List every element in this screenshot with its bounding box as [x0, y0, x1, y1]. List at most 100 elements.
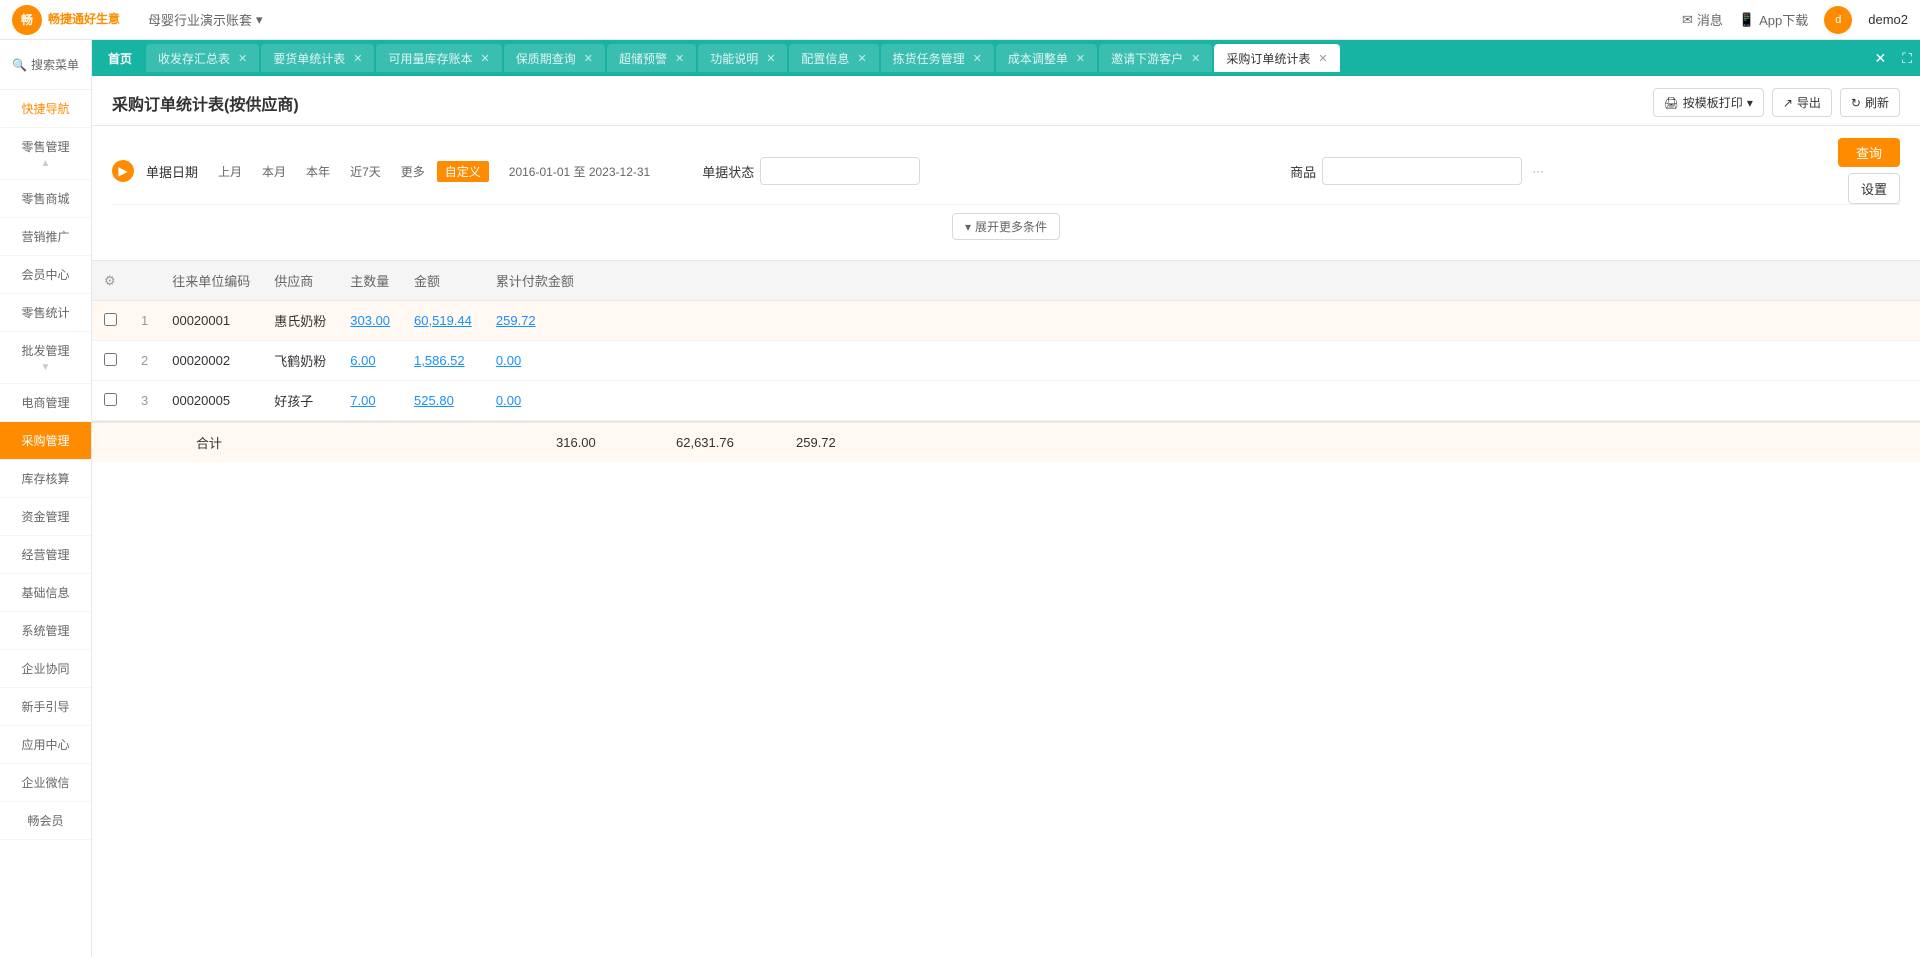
tab-order-summary[interactable]: 要货单统计表 ✕ — [261, 44, 374, 72]
date-this-month[interactable]: 本月 — [254, 161, 294, 182]
th-supplier[interactable]: 供应商 — [262, 261, 338, 301]
sidebar-item-purchase-mgmt[interactable]: 采购管理 — [0, 422, 91, 460]
retail-stats-label: 零售统计 — [21, 304, 69, 321]
sidebar-item-wholesale-mgmt[interactable]: 批发管理 ▼ — [0, 332, 91, 384]
export-button[interactable]: ↗ 导出 — [1772, 88, 1832, 117]
row-paid-link[interactable]: 0.00 — [496, 353, 521, 368]
sidebar-item-enterprise-wechat[interactable]: 企业微信 — [0, 764, 91, 802]
sidebar-item-app-center[interactable]: 应用中心 — [0, 726, 91, 764]
date-last-7-days[interactable]: 近7天 — [342, 161, 389, 182]
row-checkbox-cell[interactable] — [92, 381, 129, 421]
row-checkbox-cell[interactable] — [92, 301, 129, 341]
tab-available-stock-close[interactable]: ✕ — [481, 52, 490, 65]
row-qty-link[interactable]: 303.00 — [350, 313, 390, 328]
tab-available-stock[interactable]: 可用量库存账本 ✕ — [376, 44, 501, 72]
vip-member-label: 畅会员 — [27, 812, 63, 829]
th-row-num — [129, 261, 160, 301]
row-qty-link[interactable]: 6.00 — [350, 353, 375, 368]
row-empty-cell — [586, 381, 1920, 421]
tab-invite-downstream-close[interactable]: ✕ — [1191, 52, 1200, 65]
sidebar-item-vip-member[interactable]: 畅会员 — [0, 802, 91, 840]
tab-pick-task[interactable]: 拣货任务管理 ✕ — [881, 44, 994, 72]
sidebar-item-ops-mgmt[interactable]: 经营管理 — [0, 536, 91, 574]
logo-icon: 畅 — [12, 5, 42, 35]
marketing-label: 营销推广 — [21, 228, 69, 245]
tab-home[interactable]: 首页 — [96, 44, 144, 72]
sidebar-item-marketing[interactable]: 营销推广 — [0, 218, 91, 256]
filter-toggle-button[interactable]: ▶ — [112, 160, 134, 182]
row-checkbox[interactable] — [104, 313, 117, 326]
tab-warranty-query-label: 保质期查询 — [516, 50, 576, 67]
goods-label: 商品 — [1290, 162, 1316, 181]
date-custom-tag[interactable]: 自定义 — [437, 161, 489, 182]
tab-cost-adjust[interactable]: 成本调整单 ✕ — [996, 44, 1097, 72]
date-last-month[interactable]: 上月 — [210, 161, 250, 182]
sidebar-item-finance[interactable]: 资金管理 — [0, 498, 91, 536]
sidebar-item-inventory[interactable]: 库存核算 — [0, 460, 91, 498]
tab-order-summary-close[interactable]: ✕ — [353, 52, 362, 65]
sidebar-item-new-guide[interactable]: 新手引导 — [0, 688, 91, 726]
tab-function-guide[interactable]: 功能说明 ✕ — [698, 44, 787, 72]
sidebar-item-retail-mgmt[interactable]: 零售管理 ▲ — [0, 128, 91, 180]
row-supplier-cell: 好孩子 — [262, 381, 338, 421]
tab-config-info-close[interactable]: ✕ — [857, 52, 866, 65]
row-qty-link[interactable]: 7.00 — [350, 393, 375, 408]
th-paid-amount[interactable]: 累计付款金额 — [484, 261, 586, 301]
date-this-year[interactable]: 本年 — [298, 161, 338, 182]
refresh-button[interactable]: ↻ 刷新 — [1840, 88, 1900, 117]
sidebar-item-sys-mgmt[interactable]: 系统管理 — [0, 612, 91, 650]
workspace-selector[interactable]: 母婴行业演示账套 ▾ — [148, 10, 263, 29]
sidebar-item-retail-stats[interactable]: 零售统计 — [0, 294, 91, 332]
tab-maximize-button[interactable]: ⛶ — [1898, 48, 1916, 69]
message-button[interactable]: ✉ 消息 — [1682, 10, 1723, 29]
tab-config-info[interactable]: 配置信息 ✕ — [789, 44, 878, 72]
sidebar-item-enterprise-collab[interactable]: 企业协同 — [0, 650, 91, 688]
row-paid-link[interactable]: 0.00 — [496, 393, 521, 408]
tab-pick-task-label: 拣货任务管理 — [893, 50, 965, 67]
settings-button[interactable]: 设置 — [1848, 173, 1900, 204]
tab-overstock-warning[interactable]: 超储预警 ✕ — [607, 44, 696, 72]
row-amount-link[interactable]: 60,519.44 — [414, 313, 472, 328]
tab-purchase-summary-close[interactable]: ✕ — [1318, 52, 1327, 65]
sidebar-item-retail-mall[interactable]: 零售商城 — [0, 180, 91, 218]
query-button[interactable]: 查询 — [1838, 138, 1900, 167]
export-icon: ↗ — [1783, 96, 1793, 110]
tab-config-info-label: 配置信息 — [801, 50, 849, 67]
tab-receive-summary[interactable]: 收发存汇总表 ✕ — [146, 44, 259, 72]
tab-overstock-warning-close[interactable]: ✕ — [675, 52, 684, 65]
row-checkbox[interactable] — [104, 353, 117, 366]
sys-mgmt-label: 系统管理 — [21, 622, 69, 639]
row-checkbox[interactable] — [104, 393, 117, 406]
sidebar-item-quick-nav[interactable]: 快捷导航 — [0, 90, 91, 128]
app-download-button[interactable]: 📱 App下载 — [1739, 10, 1808, 29]
column-settings-icon[interactable]: ⚙ — [104, 273, 116, 288]
sidebar-item-member-center[interactable]: 会员中心 — [0, 256, 91, 294]
row-amount-link[interactable]: 525.80 — [414, 393, 454, 408]
tab-warranty-query[interactable]: 保质期查询 ✕ — [504, 44, 605, 72]
th-amount[interactable]: 金额 — [402, 261, 484, 301]
expand-more-button[interactable]: ▾ 展开更多条件 — [952, 213, 1060, 240]
tab-invite-downstream[interactable]: 邀请下游客户 ✕ — [1099, 44, 1212, 72]
status-select[interactable] — [760, 157, 920, 185]
tab-cost-adjust-close[interactable]: ✕ — [1076, 52, 1085, 65]
print-button[interactable]: 🖨 按模板打印 ▾ — [1653, 88, 1764, 117]
tab-pick-task-close[interactable]: ✕ — [973, 52, 982, 65]
sidebar-item-ecommerce[interactable]: 电商管理 — [0, 384, 91, 422]
goods-input[interactable] — [1322, 157, 1522, 185]
th-qty[interactable]: 主数量 — [338, 261, 402, 301]
row-paid-link[interactable]: 259.72 — [496, 313, 536, 328]
tab-receive-summary-close[interactable]: ✕ — [238, 52, 247, 65]
sidebar-item-basic-info[interactable]: 基础信息 — [0, 574, 91, 612]
tab-close-all-button[interactable]: ✕ — [1870, 48, 1890, 69]
tab-purchase-summary[interactable]: 采购订单统计表 ✕ — [1214, 44, 1339, 72]
tab-function-guide-close[interactable]: ✕ — [766, 52, 775, 65]
goods-more-icon[interactable]: ··· — [1528, 162, 1548, 180]
tab-bar-actions: ✕ ⛶ — [1870, 48, 1916, 69]
date-more[interactable]: 更多 — [393, 161, 433, 182]
row-checkbox-cell[interactable] — [92, 341, 129, 381]
search-menu-button[interactable]: 🔍 搜索菜单 — [8, 50, 83, 79]
tab-warranty-query-close[interactable]: ✕ — [584, 52, 593, 65]
row-amount-link[interactable]: 1,586.52 — [414, 353, 465, 368]
th-unit-code[interactable]: 往来单位编码 — [160, 261, 262, 301]
sidebar: 🔍 搜索菜单 快捷导航 零售管理 ▲ 零售商城 营销推广 会员中心 零售统计 批… — [0, 40, 92, 957]
